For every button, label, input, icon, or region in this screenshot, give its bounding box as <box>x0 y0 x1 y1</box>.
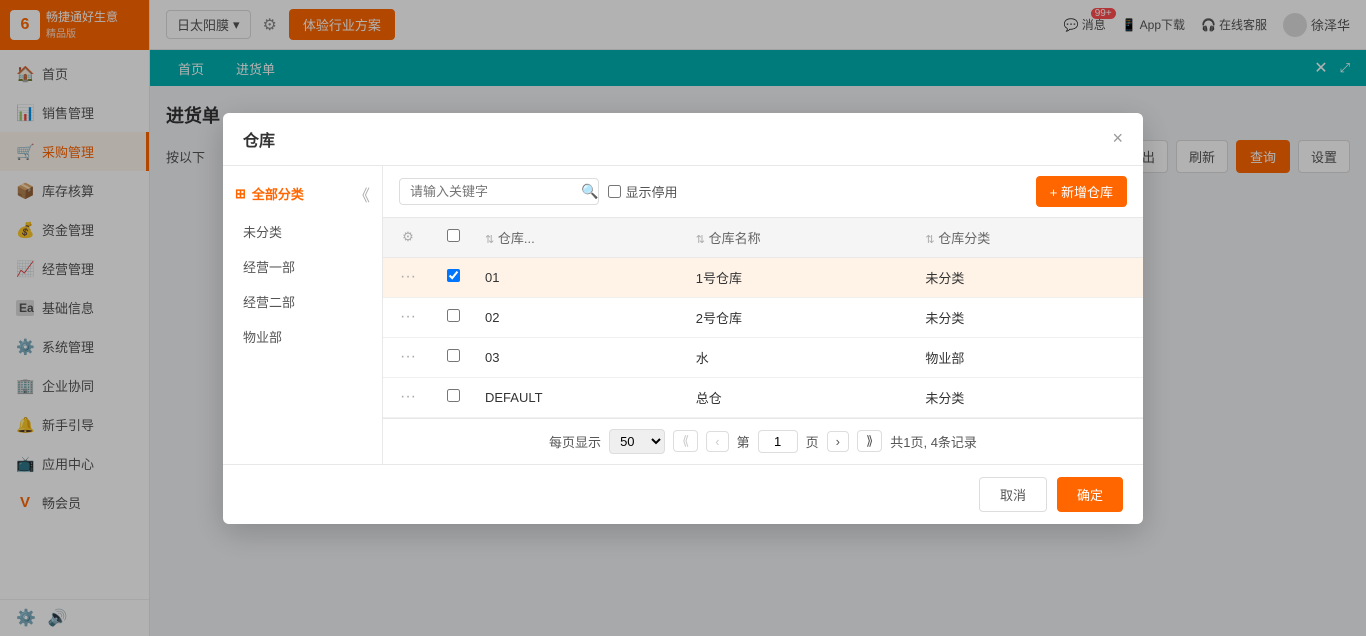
show-disabled-label: 显示停用 <box>625 182 677 201</box>
category-item-2[interactable]: 经营二部 <box>223 284 382 319</box>
row-dots[interactable]: ··· <box>383 297 433 337</box>
row-dots[interactable]: ··· <box>383 377 433 417</box>
page-unit: 页 <box>806 432 819 451</box>
row-checkbox-cell[interactable] <box>433 297 473 337</box>
disabled-checkbox[interactable] <box>608 185 621 198</box>
last-page-button[interactable]: ⟫ <box>857 430 882 452</box>
table-row[interactable]: ··· 01 1号仓库 未分类 <box>383 257 1143 297</box>
table-row[interactable]: ··· DEFAULT 总仓 未分类 <box>383 377 1143 417</box>
row-code: 03 <box>473 337 684 377</box>
modal-title: 仓库 <box>243 127 275 151</box>
select-all-checkbox[interactable] <box>447 229 460 242</box>
warehouse-modal: 仓库 × ⊞ 全部分类 《 未分类 经营一部 <box>223 113 1143 524</box>
grid-icon: ⊞ <box>235 186 246 202</box>
main-content: 日太阳膜 ▾ ⚙ 体验行业方案 💬 消息 99+ 📱 App下载 🎧 在线客服 … <box>150 0 1366 636</box>
category-item-3[interactable]: 物业部 <box>223 319 382 354</box>
right-toolbar: 🔍 显示停用 + 新增仓库 <box>383 166 1143 218</box>
search-icon: 🔍 <box>581 183 598 200</box>
col-header-check <box>433 218 473 258</box>
first-page-button[interactable]: ⟪ <box>673 430 698 452</box>
left-panel: ⊞ 全部分类 《 未分类 经营一部 经营二部 物业部 <box>223 166 383 464</box>
row-checkbox-cell[interactable] <box>433 377 473 417</box>
modal-overlay: 仓库 × ⊞ 全部分类 《 未分类 经营一部 <box>150 0 1366 636</box>
row-checkbox[interactable] <box>447 269 460 282</box>
collapse-button[interactable]: 《 <box>354 182 370 206</box>
row-checkbox-cell[interactable] <box>433 257 473 297</box>
row-code: 02 <box>473 297 684 337</box>
modal-header: 仓库 × <box>223 113 1143 166</box>
warehouse-table: ⚙ ⇅ 仓库... <box>383 218 1143 418</box>
col-header-gear: ⚙ <box>383 218 433 258</box>
sort-icon: ⇅ <box>925 234 934 246</box>
page-input[interactable] <box>758 430 798 453</box>
search-input[interactable] <box>399 178 599 205</box>
row-category: 未分类 <box>913 297 1143 337</box>
row-code: DEFAULT <box>473 377 684 417</box>
row-checkbox[interactable] <box>447 349 460 362</box>
col-header-code: ⇅ 仓库... <box>473 218 684 258</box>
total-info: 共1页, 4条记录 <box>890 432 977 451</box>
row-name: 水 <box>684 337 914 377</box>
row-category: 物业部 <box>913 337 1143 377</box>
gear-icon: ⚙ <box>402 229 414 244</box>
prev-page-button[interactable]: ‹ <box>706 431 728 452</box>
row-checkbox[interactable] <box>447 309 460 322</box>
category-item-0[interactable]: 未分类 <box>223 214 382 249</box>
row-category: 未分类 <box>913 257 1143 297</box>
row-name: 1号仓库 <box>684 257 914 297</box>
confirm-button[interactable]: 确定 <box>1057 477 1123 512</box>
add-warehouse-button[interactable]: + 新增仓库 <box>1036 176 1127 207</box>
sort-icon: ⇅ <box>485 234 494 246</box>
category-item-1[interactable]: 经营一部 <box>223 249 382 284</box>
left-panel-header[interactable]: ⊞ 全部分类 《 <box>223 174 382 214</box>
all-category-label: 全部分类 <box>252 184 304 203</box>
per-page-label: 每页显示 <box>549 432 601 451</box>
modal-footer: 取消 确定 <box>223 464 1143 524</box>
next-page-button[interactable]: › <box>827 431 849 452</box>
modal-close-button[interactable]: × <box>1112 128 1123 149</box>
per-page-select[interactable]: 50 100 <box>609 429 665 454</box>
row-code: 01 <box>473 257 684 297</box>
warehouse-table-container: ⚙ ⇅ 仓库... <box>383 218 1143 418</box>
cancel-button[interactable]: 取消 <box>979 477 1047 512</box>
col-header-category: ⇅ 仓库分类 <box>913 218 1143 258</box>
col-header-name: ⇅ 仓库名称 <box>684 218 914 258</box>
row-name: 总仓 <box>684 377 914 417</box>
table-row[interactable]: ··· 03 水 物业部 <box>383 337 1143 377</box>
row-category: 未分类 <box>913 377 1143 417</box>
show-disabled-checkbox[interactable]: 显示停用 <box>608 182 677 201</box>
sort-icon: ⇅ <box>696 234 705 246</box>
right-panel: 🔍 显示停用 + 新增仓库 <box>383 166 1143 464</box>
row-dots[interactable]: ··· <box>383 337 433 377</box>
page-label: 第 <box>737 432 750 451</box>
modal-body: ⊞ 全部分类 《 未分类 经营一部 经营二部 物业部 <box>223 166 1143 464</box>
row-checkbox[interactable] <box>447 389 460 402</box>
row-name: 2号仓库 <box>684 297 914 337</box>
row-checkbox-cell[interactable] <box>433 337 473 377</box>
pagination: 每页显示 50 100 ⟪ ‹ 第 页 › ⟫ 共1页, 4条记录 <box>383 418 1143 464</box>
row-dots[interactable]: ··· <box>383 257 433 297</box>
table-row[interactable]: ··· 02 2号仓库 未分类 <box>383 297 1143 337</box>
